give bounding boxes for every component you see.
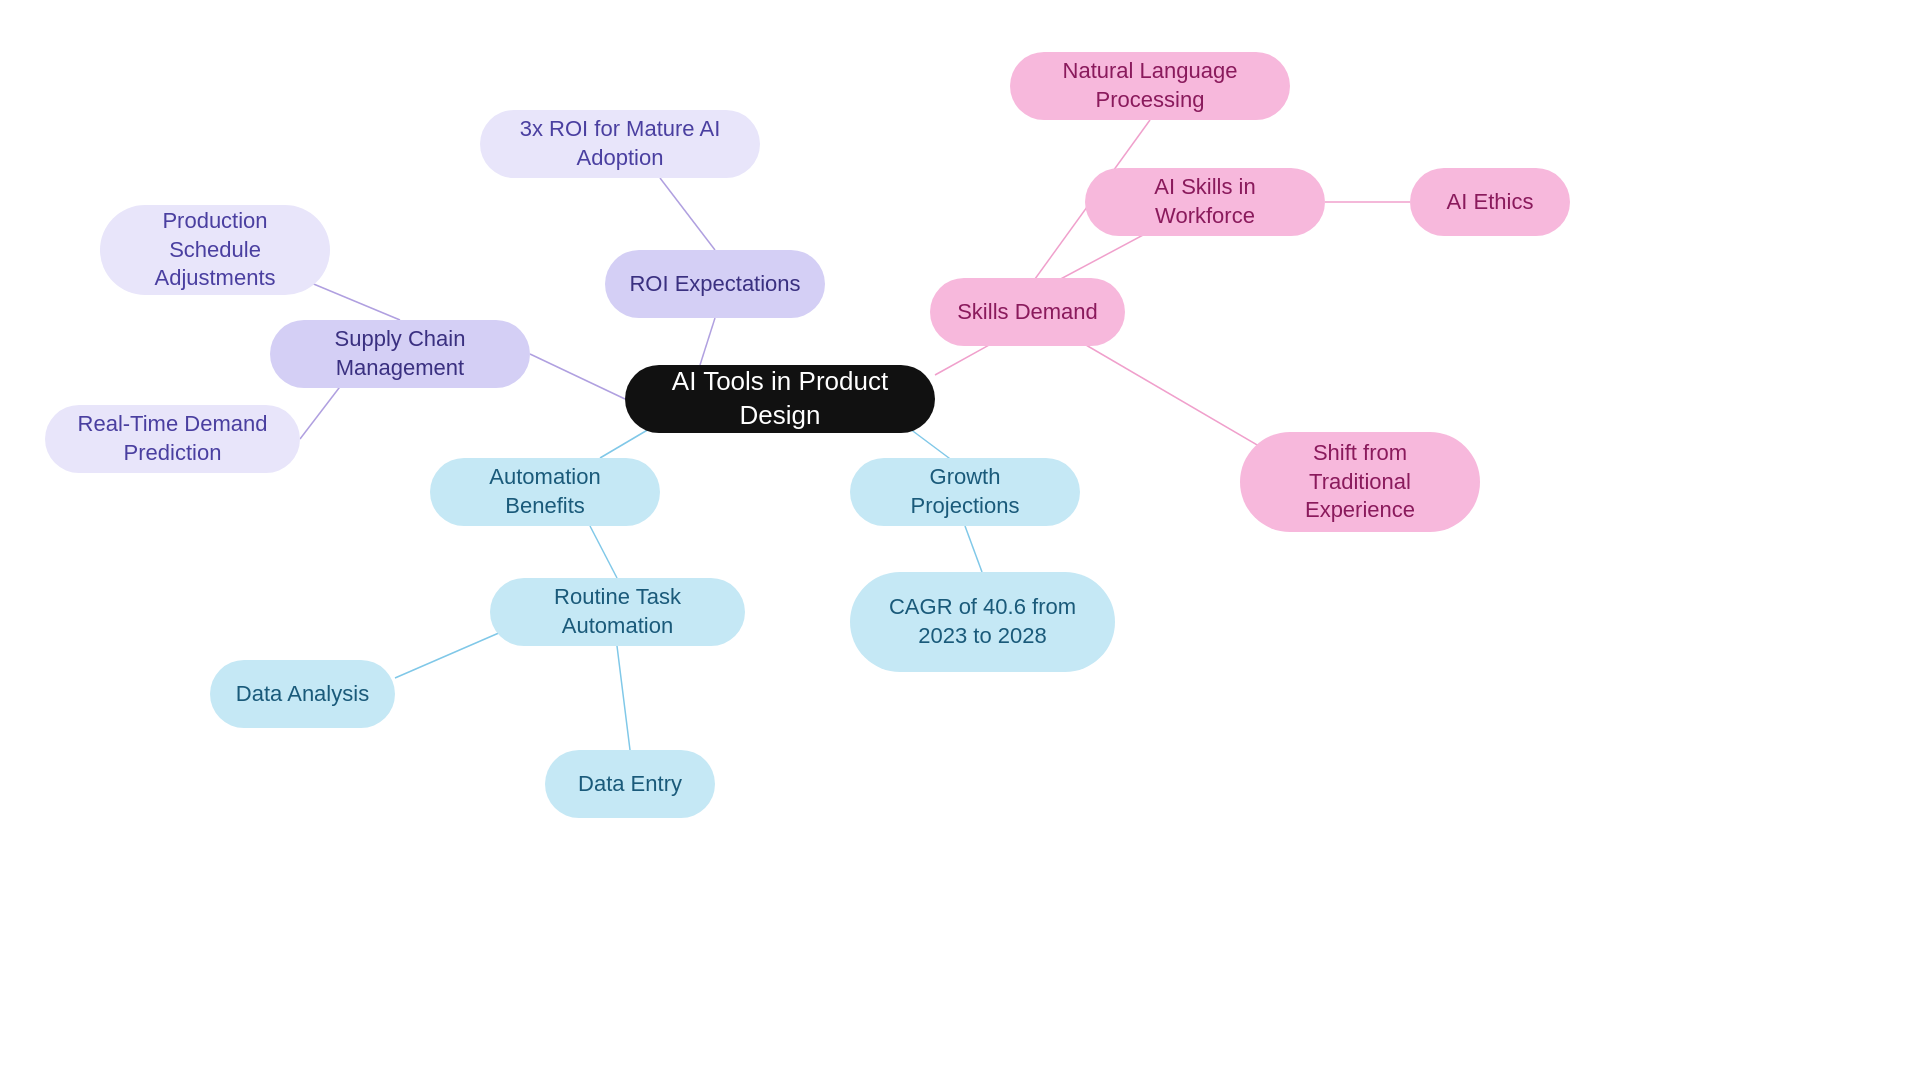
growth-projections-node: Growth Projections — [850, 458, 1080, 526]
svg-line-3 — [700, 318, 715, 365]
svg-line-13 — [617, 646, 630, 750]
shift-traditional-node: Shift from Traditional Experience — [1240, 432, 1480, 532]
roi-mature-node: 3x ROI for Mature AI Adoption — [480, 110, 760, 178]
supply-chain-node: Supply Chain Management — [270, 320, 530, 388]
automation-benefits-node: Automation Benefits — [430, 458, 660, 526]
nlp-node: Natural Language Processing — [1010, 52, 1290, 120]
data-entry-node: Data Entry — [545, 750, 715, 818]
svg-line-4 — [660, 178, 715, 250]
roi-expectations-node: ROI Expectations — [605, 250, 825, 318]
data-analysis-node: Data Analysis — [210, 660, 395, 728]
skills-demand-node: Skills Demand — [930, 278, 1125, 346]
ai-ethics-node: AI Ethics — [1410, 168, 1570, 236]
routine-task-node: Routine Task Automation — [490, 578, 745, 646]
svg-line-11 — [590, 526, 617, 578]
svg-line-15 — [965, 526, 982, 572]
center-node: AI Tools in Product Design — [625, 365, 935, 433]
ai-skills-node: AI Skills in Workforce — [1085, 168, 1325, 236]
svg-line-0 — [530, 354, 625, 399]
production-schedule-node: Production Schedule Adjustments — [100, 205, 330, 295]
cagr-node: CAGR of 40.6 from 2023 to 2028 — [850, 572, 1115, 672]
real-time-demand-node: Real-Time Demand Prediction — [45, 405, 300, 473]
